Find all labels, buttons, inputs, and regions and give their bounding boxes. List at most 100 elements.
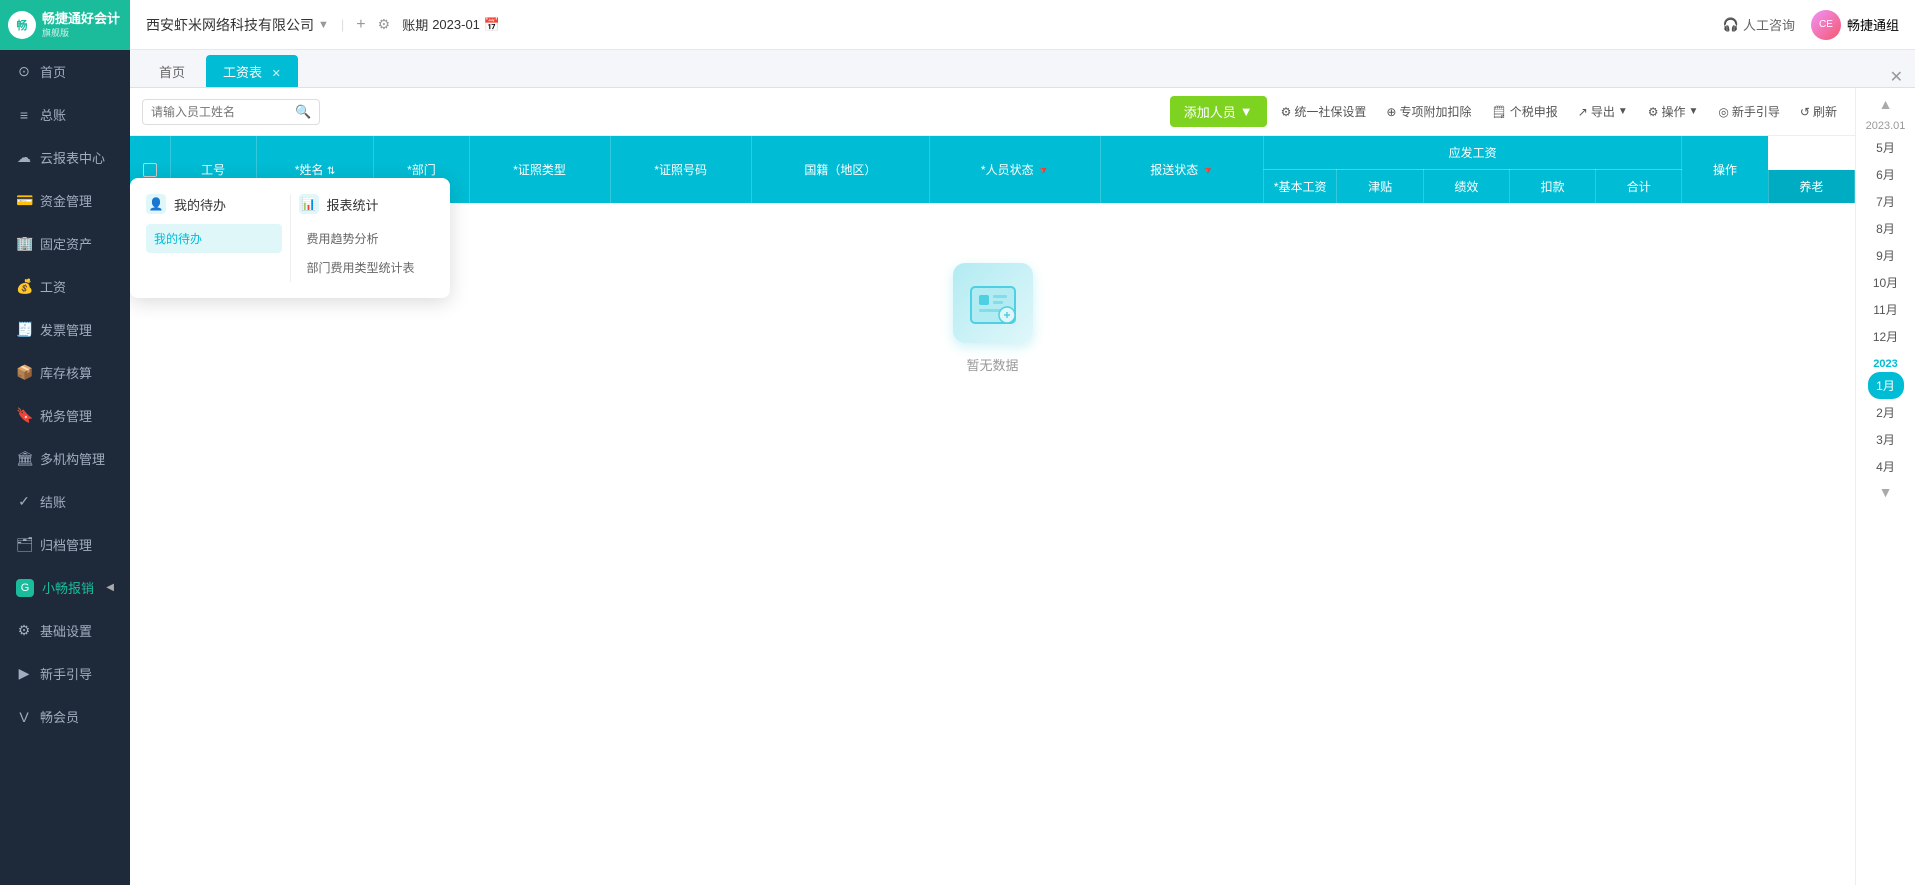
assets-icon: 🏢 bbox=[16, 235, 32, 252]
sidebar-item-newbie[interactable]: ▶ 新手引导 bbox=[0, 652, 130, 695]
sidebar-item-basic[interactable]: ⚙ 基础设置 bbox=[0, 609, 130, 652]
search-icon[interactable]: 🔍 bbox=[295, 104, 311, 120]
sidebar-item-fixed-assets[interactable]: 🏢 固定资产 bbox=[0, 222, 130, 265]
tab-home-label: 首页 bbox=[159, 65, 185, 80]
tab-salary-label: 工资表 bbox=[223, 65, 262, 80]
sidebar-logo: 畅 畅捷通好会计 旗舰版 bbox=[0, 0, 130, 50]
month-nav-up[interactable]: ▲ bbox=[1875, 92, 1897, 116]
sidebar-item-archive[interactable]: 🗂 归档管理 bbox=[0, 523, 130, 566]
main-area: 西安虾米网络科技有限公司 ▼ | + ⚙ 账期 2023-01 📅 🎧 人工咨询… bbox=[130, 0, 1915, 885]
collapse-icon: ◀ bbox=[106, 582, 114, 593]
popup-item-my-todo[interactable]: 我的待办 bbox=[146, 224, 282, 253]
sidebar-item-settlement[interactable]: ✓ 结账 bbox=[0, 480, 130, 523]
export-btn[interactable]: ↗ 导出 ▼ bbox=[1572, 99, 1634, 124]
refresh-icon: ↺ bbox=[1800, 105, 1810, 119]
salary-icon: 💰 bbox=[16, 278, 32, 295]
popup-section2-label: 报表统计 bbox=[327, 195, 379, 214]
month-item-8[interactable]: 8月 bbox=[1856, 215, 1915, 242]
th-allowance: 津贴 bbox=[1337, 170, 1423, 204]
support-btn[interactable]: 🎧 人工咨询 bbox=[1723, 15, 1795, 34]
th-id-type: *证照类型 bbox=[469, 136, 610, 203]
fund-icon: 💳 bbox=[16, 192, 32, 209]
content-area: 🔍 添加人员 ▼ ⚙ 统一社保设置 ⊕ 专项附加扣除 bbox=[130, 88, 1915, 885]
xiaochang-icon: G bbox=[16, 579, 34, 597]
month-item-4[interactable]: 4月 bbox=[1856, 453, 1915, 480]
sidebar-item-tax[interactable]: 🔖 税务管理 bbox=[0, 394, 130, 437]
settings-icon[interactable]: ⚙ bbox=[378, 16, 391, 33]
month-item-1[interactable]: 1月 bbox=[1868, 372, 1904, 399]
month-nav-down[interactable]: ▼ bbox=[1875, 480, 1897, 504]
topbar-right: 🎧 人工咨询 CE 畅捷通组 bbox=[1723, 10, 1899, 40]
month-item-10[interactable]: 10月 bbox=[1856, 269, 1915, 296]
deduction-icon: ⊕ bbox=[1386, 105, 1396, 119]
popup-section1-title: 👤 我的待办 bbox=[146, 194, 282, 214]
search-input[interactable] bbox=[151, 105, 291, 119]
close-tab-area-btn[interactable]: ✕ bbox=[1890, 67, 1903, 87]
sidebar-item-label: 总账 bbox=[40, 105, 66, 124]
social-insurance-btn[interactable]: ⚙ 统一社保设置 bbox=[1275, 99, 1373, 124]
company-selector[interactable]: 西安虾米网络科技有限公司 ▼ bbox=[146, 15, 329, 35]
month-item-11[interactable]: 11月 bbox=[1856, 296, 1915, 323]
newbie-icon: ▶ bbox=[16, 665, 32, 682]
th-base-salary: *基本工资 bbox=[1263, 170, 1337, 204]
th-nationality: 国籍（地区） bbox=[751, 136, 929, 203]
month-item-12[interactable]: 12月 bbox=[1856, 323, 1915, 350]
add-company-btn[interactable]: + bbox=[356, 16, 365, 34]
th-id-number: *证照号码 bbox=[610, 136, 751, 203]
tab-home[interactable]: 首页 bbox=[142, 55, 202, 87]
sidebar-item-ledger[interactable]: ≡ 总账 bbox=[0, 93, 130, 136]
user-area[interactable]: CE 畅捷通组 bbox=[1811, 10, 1899, 40]
sidebar-item-home[interactable]: ⊙ 首页 bbox=[0, 50, 130, 93]
ledger-icon: ≡ bbox=[16, 107, 32, 123]
month-item-6[interactable]: 6月 bbox=[1856, 161, 1915, 188]
sidebar-item-cloud-report[interactable]: ☁ 云报表中心 bbox=[0, 136, 130, 179]
personal-tax-btn[interactable]: 🗒 个税申报 bbox=[1486, 99, 1564, 124]
period-selector[interactable]: 账期 2023-01 📅 bbox=[402, 15, 500, 34]
month-item-3[interactable]: 3月 bbox=[1856, 426, 1915, 453]
sidebar-item-salary[interactable]: 💰 工资 bbox=[0, 265, 130, 308]
tax-icon: 🔖 bbox=[16, 407, 32, 424]
logo-icon: 畅 bbox=[8, 11, 36, 39]
popup-divider bbox=[290, 194, 291, 282]
topbar: 西安虾米网络科技有限公司 ▼ | + ⚙ 账期 2023-01 📅 🎧 人工咨询… bbox=[130, 0, 1915, 50]
select-all-checkbox[interactable] bbox=[143, 163, 157, 177]
tab-close-btn[interactable]: ✕ bbox=[272, 68, 281, 80]
sidebar-item-fund[interactable]: 💳 资金管理 bbox=[0, 179, 130, 222]
sidebar-item-xiaochang[interactable]: G 小畅报销 ◀ bbox=[0, 566, 130, 609]
sidebar-item-label: 新手引导 bbox=[40, 664, 92, 683]
month-item-5[interactable]: 5月 bbox=[1856, 134, 1915, 161]
special-deduction-btn[interactable]: ⊕ 专项附加扣除 bbox=[1380, 99, 1477, 124]
tabbar: 首页 工资表 ✕ ✕ bbox=[130, 50, 1915, 88]
sidebar-item-multi-org[interactable]: 🏛 多机构管理 bbox=[0, 437, 130, 480]
sidebar-item-invoice[interactable]: 🧾 发票管理 bbox=[0, 308, 130, 351]
empty-text: 暂无数据 bbox=[966, 355, 1018, 374]
newbie-guide-btn[interactable]: ◎ 新手引导 bbox=[1712, 99, 1786, 124]
popup-item-cost-trend[interactable]: 费用趋势分析 bbox=[299, 224, 435, 253]
refresh-btn[interactable]: ↺ 刷新 bbox=[1794, 99, 1843, 124]
inventory-icon: 📦 bbox=[16, 364, 32, 381]
empty-svg bbox=[963, 273, 1023, 333]
operation-btn[interactable]: ⚙ 操作 ▼ bbox=[1642, 99, 1705, 124]
month-item-2[interactable]: 2月 bbox=[1856, 399, 1915, 426]
support-label: 人工咨询 bbox=[1743, 15, 1795, 34]
tab-salary-table[interactable]: 工资表 ✕ bbox=[206, 55, 298, 87]
sidebar-item-inventory[interactable]: 📦 库存核算 bbox=[0, 351, 130, 394]
sidebar-item-label: 工资 bbox=[40, 277, 66, 296]
popup-section2-title: 📊 报表统计 bbox=[299, 194, 435, 214]
empty-icon bbox=[953, 263, 1033, 343]
th-performance: 绩效 bbox=[1423, 170, 1509, 204]
company-name-text: 西安虾米网络科技有限公司 bbox=[146, 15, 314, 35]
sidebar-item-vip[interactable]: V 畅会员 bbox=[0, 695, 130, 738]
month-item-7[interactable]: 7月 bbox=[1856, 188, 1915, 215]
multi-org-icon: 🏛 bbox=[16, 450, 32, 467]
sidebar-item-label: 税务管理 bbox=[40, 406, 92, 425]
add-person-btn[interactable]: 添加人员 ▼ bbox=[1170, 96, 1267, 127]
th-report-status: 报送状态 🔻 bbox=[1101, 136, 1263, 203]
month-item-9[interactable]: 9月 bbox=[1856, 242, 1915, 269]
th-total: 合计 bbox=[1596, 170, 1682, 204]
sidebar-item-label: 畅会员 bbox=[40, 707, 79, 726]
social-icon: ⚙ bbox=[1281, 105, 1292, 119]
sidebar: 畅 畅捷通好会计 旗舰版 ⊙ 首页 ≡ 总账 ☁ 云报表中心 💳 资金管理 🏢 … bbox=[0, 0, 130, 885]
popup-item-dept-cost[interactable]: 部门费用类型统计表 bbox=[299, 253, 435, 282]
popup-section1-label: 我的待办 bbox=[174, 195, 226, 214]
